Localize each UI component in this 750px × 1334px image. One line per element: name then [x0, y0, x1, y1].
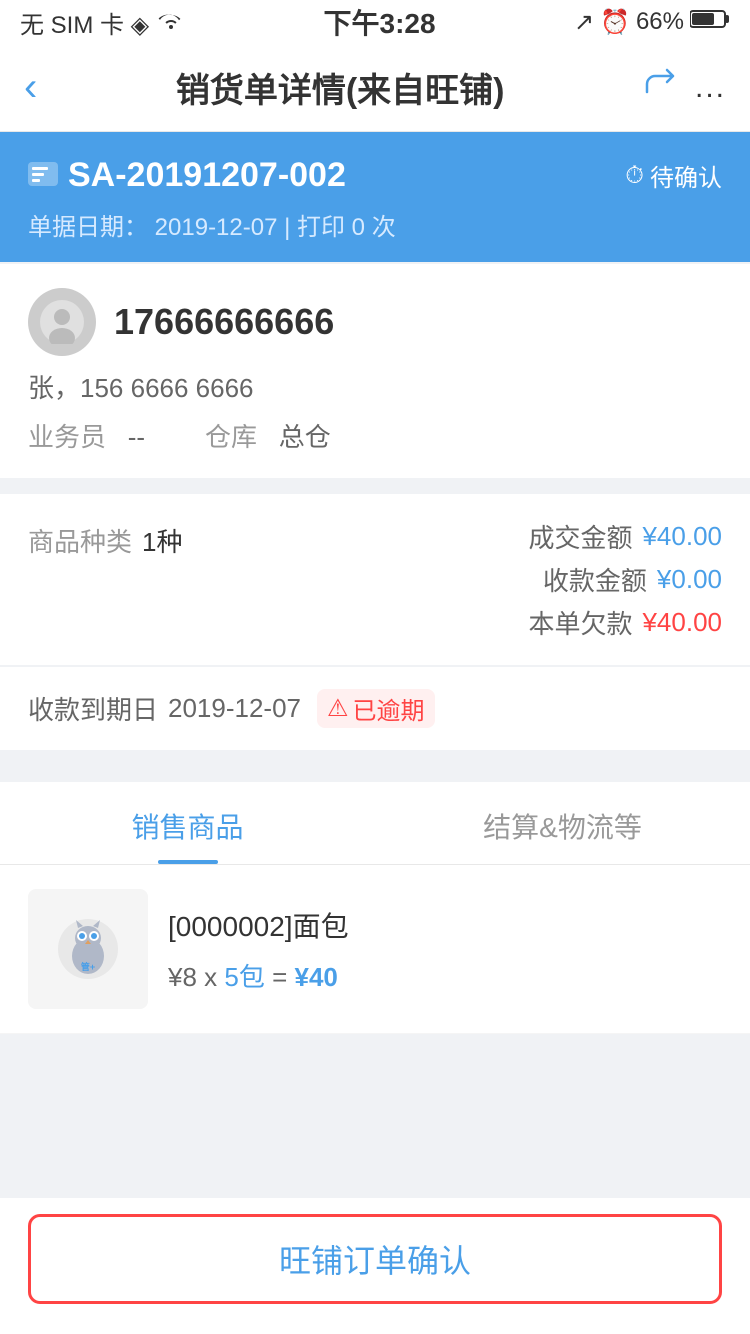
- due-date-card: 收款到期日 2019-12-07 ⚠ 已逾期: [0, 667, 750, 750]
- overdue-badge: ⚠ 已逾期: [317, 689, 435, 728]
- summary-card: 商品种类 1种 成交金额 ¥40.00 收款金额 ¥0.00 本单欠款 ¥40.…: [0, 494, 750, 665]
- location-icon: ↗: [574, 8, 594, 37]
- product-name: [0000002]面包: [168, 905, 722, 945]
- page-title: 销货单详情(来自旺铺): [176, 63, 505, 112]
- product-price: ¥8 x 5包 = ¥40: [168, 957, 722, 994]
- owed-amount-row: 本单欠款 ¥40.00: [528, 604, 722, 641]
- warehouse-field: 仓库 总仓: [205, 417, 331, 454]
- customer-meta: 业务员 -- 仓库 总仓: [28, 417, 722, 454]
- status-bar: 无 SIM 卡 ◈ 下午3:28 ↗ ⏰ 66%: [0, 0, 750, 44]
- customer-name: 张，156 6666 6666: [28, 368, 722, 405]
- due-date-value: 2019-12-07: [168, 693, 301, 724]
- status-left: 无 SIM 卡 ◈: [20, 5, 185, 40]
- more-icon[interactable]: ...: [695, 71, 726, 105]
- amount-summary: 成交金额 ¥40.00 收款金额 ¥0.00 本单欠款 ¥40.00: [528, 518, 722, 641]
- customer-phone: 17666666666: [114, 301, 334, 343]
- product-info: [0000002]面包 ¥8 x 5包 = ¥40: [168, 905, 722, 994]
- svg-text:管+: 管+: [81, 961, 95, 972]
- battery-label: 66%: [636, 8, 684, 36]
- due-date-label: 收款到期日: [28, 690, 158, 727]
- product-item: 管+ [0000002]面包 ¥8 x 5包 = ¥40: [0, 865, 750, 1034]
- tabs: 销售商品 结算&物流等: [0, 782, 750, 865]
- customer-card: 17666666666 张，156 6666 6666 业务员 -- 仓库 总仓: [0, 264, 750, 478]
- order-header-card: SA-20191207-002 ⏱ 待确认 单据日期： 2019-12-07 |…: [0, 132, 750, 262]
- share-icon[interactable]: [643, 68, 675, 107]
- nav-actions: ...: [643, 68, 726, 107]
- nav-bar: ‹ 销货单详情(来自旺铺) ...: [0, 44, 750, 132]
- product-type: 商品种类 1种: [28, 518, 182, 559]
- alarm-icon: ⏰: [600, 8, 630, 37]
- wifi-icon: [157, 8, 185, 36]
- order-date: 单据日期： 2019-12-07 | 打印 0 次: [28, 207, 722, 242]
- tab-settlement[interactable]: 结算&物流等: [375, 782, 750, 864]
- received-amount-row: 收款金额 ¥0.00: [543, 561, 722, 598]
- warning-icon: ⚠: [327, 694, 349, 723]
- salesman-field: 业务员 --: [28, 417, 145, 454]
- deal-amount-row: 成交金额 ¥40.00: [528, 518, 722, 555]
- product-list: 管+ [0000002]面包 ¥8 x 5包 = ¥40: [0, 865, 750, 1034]
- order-status: ⏱ 待确认: [625, 158, 722, 193]
- bottom-bar: 旺铺订单确认: [0, 1198, 750, 1334]
- status-right: ↗ ⏰ 66%: [574, 8, 730, 37]
- order-icon: [28, 156, 58, 195]
- divider-2: [0, 750, 750, 766]
- back-button[interactable]: ‹: [24, 65, 37, 110]
- avatar: [28, 288, 96, 356]
- status-time: 下午3:28: [324, 2, 436, 42]
- confirm-order-button[interactable]: 旺铺订单确认: [28, 1214, 722, 1304]
- sim-label: 无 SIM 卡 ◈: [20, 5, 149, 40]
- tab-sales-products[interactable]: 销售商品: [0, 782, 375, 864]
- product-thumbnail: 管+: [28, 889, 148, 1009]
- clock-icon: ⏱: [625, 162, 644, 190]
- order-id: SA-20191207-002: [28, 156, 346, 195]
- divider-1: [0, 478, 750, 494]
- battery-icon: [690, 8, 730, 36]
